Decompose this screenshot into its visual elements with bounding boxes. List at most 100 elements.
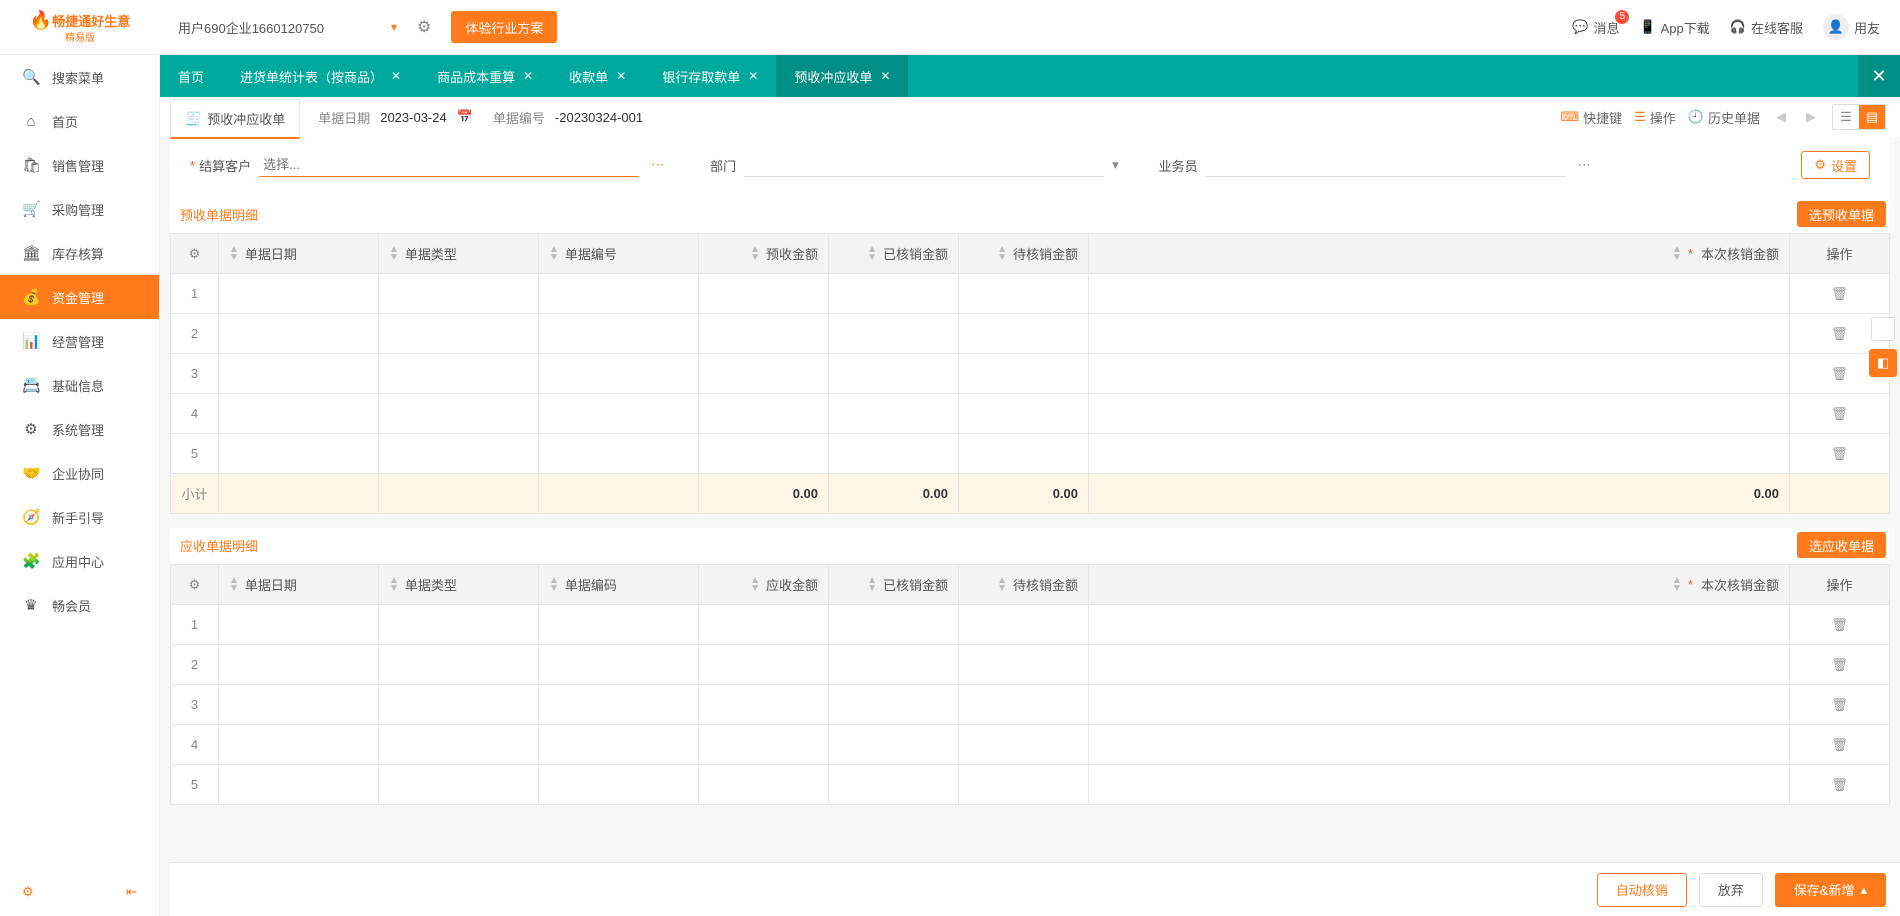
sidebar-item-9[interactable]: 🤝企业协同: [0, 451, 159, 495]
delete-icon[interactable]: 🗑: [1831, 406, 1848, 421]
document-tab-label: 预收冲应收单: [207, 109, 285, 128]
close-icon[interactable]: ✕: [391, 69, 401, 83]
app-download-link[interactable]: 📱 App下载: [1639, 18, 1709, 37]
rail-item[interactable]: [1871, 317, 1895, 341]
required-mark: *: [190, 158, 195, 173]
document-tab[interactable]: 🧾 预收冲应收单: [170, 99, 300, 139]
industry-plan-button[interactable]: 体验行业方案: [451, 11, 557, 43]
col-prepay-amount[interactable]: ▲▼预收金额: [699, 234, 829, 274]
discard-button[interactable]: 放弃: [1699, 873, 1763, 907]
view-list-icon[interactable]: ☰: [1833, 105, 1859, 129]
table-row[interactable]: 5🗑: [171, 434, 1890, 474]
tab-3[interactable]: 收款单✕: [551, 55, 644, 97]
next-icon[interactable]: ▶: [1802, 109, 1820, 125]
delete-icon[interactable]: 🗑: [1831, 286, 1848, 301]
col-date[interactable]: ▲▼单据日期: [219, 565, 379, 605]
operate-link[interactable]: ☰操作: [1634, 108, 1676, 127]
tab-2[interactable]: 商品成本重算✕: [419, 55, 551, 97]
delete-icon[interactable]: 🗑: [1831, 617, 1848, 632]
prev-icon[interactable]: ◀: [1772, 109, 1790, 125]
gear-column[interactable]: ⚙: [171, 565, 219, 605]
sidebar-icon: 📇: [22, 376, 40, 394]
close-icon[interactable]: ✕: [748, 69, 758, 83]
sidebar-item-7[interactable]: 📇基础信息: [0, 363, 159, 407]
collapse-icon[interactable]: ⇤: [126, 884, 137, 900]
sidebar-item-0[interactable]: 🔍搜索菜单: [0, 55, 159, 99]
shortcut-link[interactable]: ⌨快捷键: [1560, 108, 1622, 127]
online-service-link[interactable]: 🎧 在线客服: [1730, 18, 1803, 37]
col-pending[interactable]: ▲▼待核销金额: [959, 234, 1089, 274]
delete-icon[interactable]: 🗑: [1831, 657, 1848, 672]
col-written-off[interactable]: ▲▼已核销金额: [829, 234, 959, 274]
delete-icon[interactable]: 🗑: [1831, 737, 1848, 752]
sidebar-item-10[interactable]: 🧭新手引导: [0, 495, 159, 539]
customer-more-icon[interactable]: ⋯: [647, 157, 670, 173]
col-code[interactable]: ▲▼单据编码: [539, 565, 699, 605]
close-icon[interactable]: ✕: [880, 69, 890, 83]
table-row[interactable]: 4🗑: [171, 725, 1890, 765]
gear-column[interactable]: ⚙: [171, 234, 219, 274]
sidebar-item-12[interactable]: ♛畅会员: [0, 583, 159, 627]
tab-label: 银行存取款单: [662, 67, 740, 86]
table-row[interactable]: 1🗑: [171, 274, 1890, 314]
history-link[interactable]: 🕘历史单据: [1688, 108, 1760, 127]
dept-input[interactable]: [744, 153, 1104, 177]
close-icon[interactable]: ✕: [616, 69, 626, 83]
table-row[interactable]: 3🗑: [171, 354, 1890, 394]
delete-icon[interactable]: 🗑: [1831, 446, 1848, 461]
delete-icon[interactable]: 🗑: [1831, 366, 1848, 381]
delete-icon[interactable]: 🗑: [1831, 697, 1848, 712]
col-written-off[interactable]: ▲▼已核销金额: [829, 565, 959, 605]
tab-5[interactable]: 预收冲应收单✕: [776, 55, 908, 97]
table-row[interactable]: 2🗑: [171, 314, 1890, 354]
tab-0[interactable]: 首页: [160, 55, 222, 97]
save-new-button[interactable]: 保存&新增▴: [1775, 873, 1886, 907]
select-receivable-button[interactable]: 选应收单据: [1797, 532, 1886, 558]
col-this-writeoff[interactable]: ▲▼*本次核销金额: [1089, 234, 1790, 274]
sidebar-item-6[interactable]: 📊经营管理: [0, 319, 159, 363]
col-type[interactable]: ▲▼单据类型: [379, 234, 539, 274]
tab-4[interactable]: 银行存取款单 ✕: [644, 55, 776, 97]
calendar-icon[interactable]: 📅: [457, 109, 473, 125]
table-row[interactable]: 3🗑: [171, 685, 1890, 725]
gear-icon[interactable]: ⚙: [22, 884, 34, 900]
table-row[interactable]: 4🗑: [171, 394, 1890, 434]
sidebar-item-5[interactable]: 💰资金管理: [0, 275, 159, 319]
rail-highlight-icon[interactable]: ◧: [1869, 349, 1897, 377]
sidebar-item-11[interactable]: 🧩应用中心: [0, 539, 159, 583]
table-row[interactable]: 5🗑: [171, 765, 1890, 805]
sidebar-bottom: ⚙ ⇤: [0, 868, 159, 916]
table-row[interactable]: 2🗑: [171, 645, 1890, 685]
sidebar-item-8[interactable]: ⚙系统管理: [0, 407, 159, 451]
view-detail-icon[interactable]: ▤: [1859, 105, 1885, 129]
headset-icon: 🎧: [1730, 19, 1746, 35]
delete-icon[interactable]: 🗑: [1831, 777, 1848, 792]
sidebar-item-3[interactable]: 🛒采购管理: [0, 187, 159, 231]
date-value[interactable]: 2023-03-24: [380, 110, 447, 125]
sidebar-item-4[interactable]: 🏛库存核算: [0, 231, 159, 275]
messages-link[interactable]: 💬 消息 5: [1572, 18, 1619, 37]
col-type[interactable]: ▲▼单据类型: [379, 565, 539, 605]
delete-icon[interactable]: 🗑: [1831, 326, 1848, 341]
col-code[interactable]: ▲▼单据编号: [539, 234, 699, 274]
close-icon[interactable]: ✕: [523, 69, 533, 83]
col-receivable-amount[interactable]: ▲▼应收金额: [699, 565, 829, 605]
table-row[interactable]: 1🗑: [171, 605, 1890, 645]
customer-input[interactable]: [259, 153, 639, 177]
sidebar-item-2[interactable]: 🛍销售管理: [0, 143, 159, 187]
col-this-writeoff[interactable]: ▲▼*本次核销金额: [1089, 565, 1790, 605]
user-menu[interactable]: 👤 用友: [1823, 14, 1880, 40]
col-date[interactable]: ▲▼单据日期: [219, 234, 379, 274]
col-pending[interactable]: ▲▼待核销金额: [959, 565, 1089, 605]
select-prepay-button[interactable]: 选预收单据: [1797, 201, 1886, 227]
settings-icon[interactable]: ⚙: [417, 17, 431, 37]
close-all-tabs[interactable]: ✕: [1858, 55, 1900, 97]
sales-more-icon[interactable]: ⋯: [1574, 157, 1597, 173]
company-select[interactable]: 用户690企业1660120750 ▾: [170, 11, 405, 43]
chevron-down-icon[interactable]: ▾: [1112, 157, 1119, 173]
auto-writeoff-button[interactable]: 自动核销: [1597, 873, 1687, 907]
sales-input[interactable]: [1206, 153, 1566, 177]
settings-button[interactable]: ⚙ 设置: [1801, 151, 1870, 179]
tab-1[interactable]: 进货单统计表（按商品）✕: [222, 55, 419, 97]
sidebar-item-1[interactable]: ⌂首页: [0, 99, 159, 143]
